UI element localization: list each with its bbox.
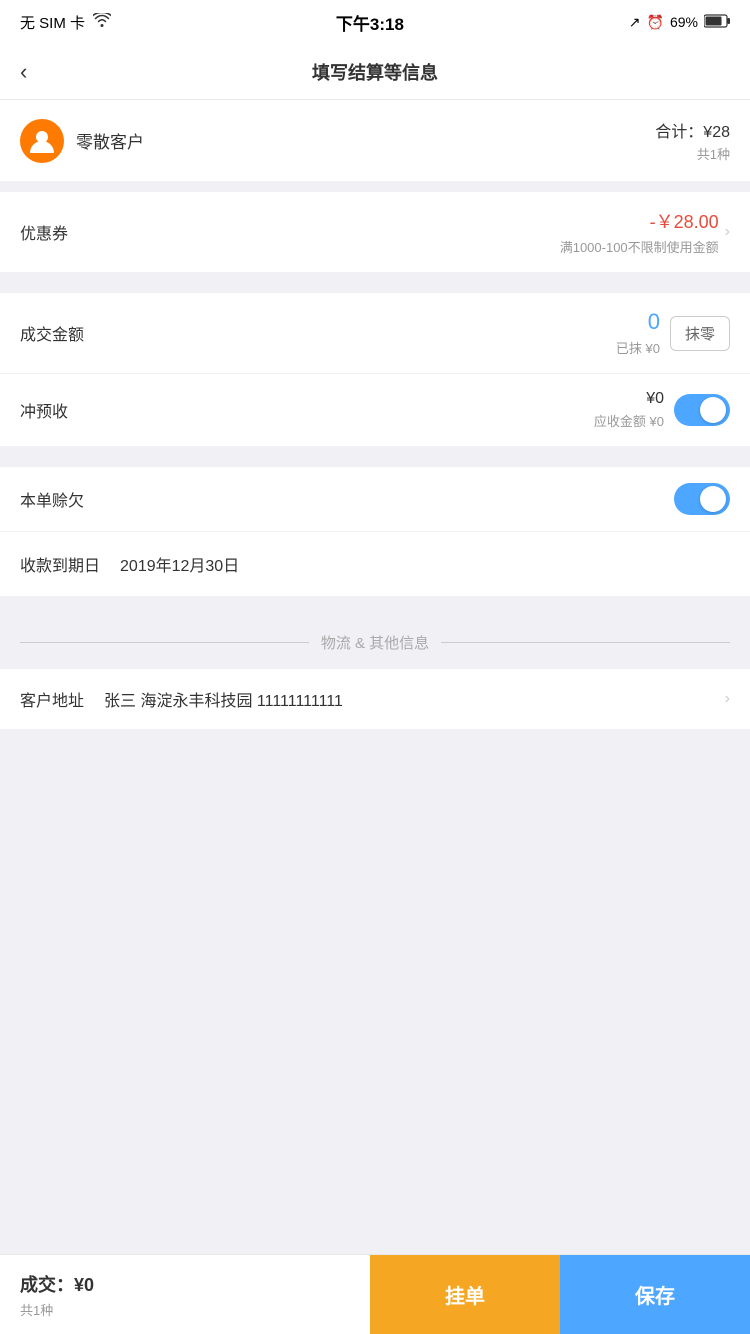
debit-toggle[interactable]	[674, 483, 730, 515]
deal-amount-value: 0	[616, 309, 660, 335]
customer-avatar	[20, 119, 64, 163]
bottom-deal-text: 成交：¥0	[20, 1271, 350, 1297]
section-divider-3	[0, 606, 750, 616]
prepay-toggle[interactable]	[674, 394, 730, 426]
due-date-row: 收款到期日 2019年12月30日	[0, 531, 750, 596]
chevron-right-icon: ›	[725, 223, 730, 241]
no-sim-text: 无 SIM 卡	[20, 12, 85, 33]
empty-space	[0, 739, 750, 939]
wifi-icon	[93, 13, 111, 31]
coupon-discount: -￥28.00	[560, 208, 719, 234]
deal-amount-col: 0 已抹 ¥0	[616, 309, 660, 357]
due-date-value: 2019年12月30日	[120, 552, 239, 576]
nav-bar: ‹ 填写结算等信息	[0, 44, 750, 100]
customer-left: 零散客户	[20, 119, 144, 163]
debit-right	[674, 483, 730, 515]
deal-amount-right: 0 已抹 ¥0 抹零	[616, 309, 730, 357]
address-row[interactable]: 客户地址 张三 海淀永丰科技园 11111111111 ›	[0, 669, 750, 729]
customer-card: 零散客户 合计：¥28 共1种	[0, 100, 750, 181]
battery-text: 69%	[670, 14, 698, 30]
alarm-icon: ⏰	[647, 14, 664, 31]
customer-total: 合计：¥28	[655, 118, 730, 142]
debit-row: 本单赊欠	[0, 466, 750, 531]
customer-name: 零散客户	[76, 128, 144, 153]
deal-amount-sub: 已抹 ¥0	[616, 338, 660, 357]
bottom-deal-value: ¥0	[74, 1275, 94, 1295]
address-chevron-icon: ›	[725, 690, 730, 708]
debit-card: 本单赊欠 收款到期日 2019年12月30日	[0, 466, 750, 596]
location-icon: ↗	[629, 14, 641, 31]
prepay-row: 冲预收 ¥0 应收金额 ¥0	[0, 373, 750, 446]
status-time: 下午3:18	[336, 10, 404, 35]
bottom-info: 成交：¥0 共1种	[0, 1271, 370, 1319]
coupon-card: 优惠券 -￥28.00 满1000-100不限制使用金额 ›	[0, 191, 750, 272]
logistics-label: 物流 & 其他信息	[321, 632, 429, 653]
deal-amount-card: 成交金额 0 已抹 ¥0 抹零 冲预收 ¥0 应收金额 ¥0	[0, 292, 750, 446]
prepay-right: ¥0 应收金额 ¥0	[594, 390, 730, 430]
customer-row: 零散客户 合计：¥28 共1种	[0, 100, 750, 181]
back-button[interactable]: ‹	[20, 59, 27, 85]
coupon-row[interactable]: 优惠券 -￥28.00 满1000-100不限制使用金额 ›	[0, 191, 750, 272]
prepay-amount-col: ¥0 应收金额 ¥0	[594, 390, 664, 430]
coupon-label: 优惠券	[20, 220, 68, 244]
prepay-value: ¥0	[594, 390, 664, 408]
status-bar: 无 SIM 卡 下午3:18 ↗ ⏰ 69%	[0, 0, 750, 44]
bottom-count: 共1种	[20, 1300, 350, 1319]
customer-right: 合计：¥28 共1种	[655, 118, 730, 163]
save-button[interactable]: 保存	[560, 1255, 750, 1334]
customer-count: 共1种	[655, 144, 730, 163]
coupon-subtext: 满1000-100不限制使用金额	[560, 237, 719, 256]
prepay-sub: 应收金额 ¥0	[594, 411, 664, 430]
deal-amount-row: 成交金额 0 已抹 ¥0 抹零	[0, 292, 750, 373]
bottom-deal-label: 成交：	[20, 1275, 74, 1295]
section-divider-1	[0, 282, 750, 292]
content-area: 零散客户 合计：¥28 共1种 优惠券 -￥28.00 满1000-100不限制…	[0, 100, 750, 1029]
debit-label: 本单赊欠	[20, 487, 84, 511]
hang-order-button[interactable]: 挂单	[370, 1255, 560, 1334]
status-left: 无 SIM 卡	[20, 12, 111, 33]
page-title: 填写结算等信息	[312, 59, 438, 85]
address-card: 客户地址 张三 海淀永丰科技园 11111111111 ›	[0, 669, 750, 729]
section-divider-2	[0, 456, 750, 466]
coupon-right: -￥28.00 满1000-100不限制使用金额 ›	[560, 208, 730, 256]
logistics-separator: 物流 & 其他信息	[0, 616, 750, 669]
due-date-label: 收款到期日	[20, 552, 100, 576]
coupon-amount-col: -￥28.00 满1000-100不限制使用金额	[560, 208, 719, 256]
deal-amount-label: 成交金额	[20, 321, 84, 345]
bottom-bar: 成交：¥0 共1种 挂单 保存	[0, 1254, 750, 1334]
round-zero-button[interactable]: 抹零	[670, 316, 730, 351]
status-right: ↗ ⏰ 69%	[629, 14, 730, 31]
address-value: 张三 海淀永丰科技园 11111111111	[104, 687, 725, 711]
battery-icon	[704, 14, 730, 31]
prepay-label: 冲预收	[20, 398, 68, 422]
address-label: 客户地址	[20, 687, 84, 711]
